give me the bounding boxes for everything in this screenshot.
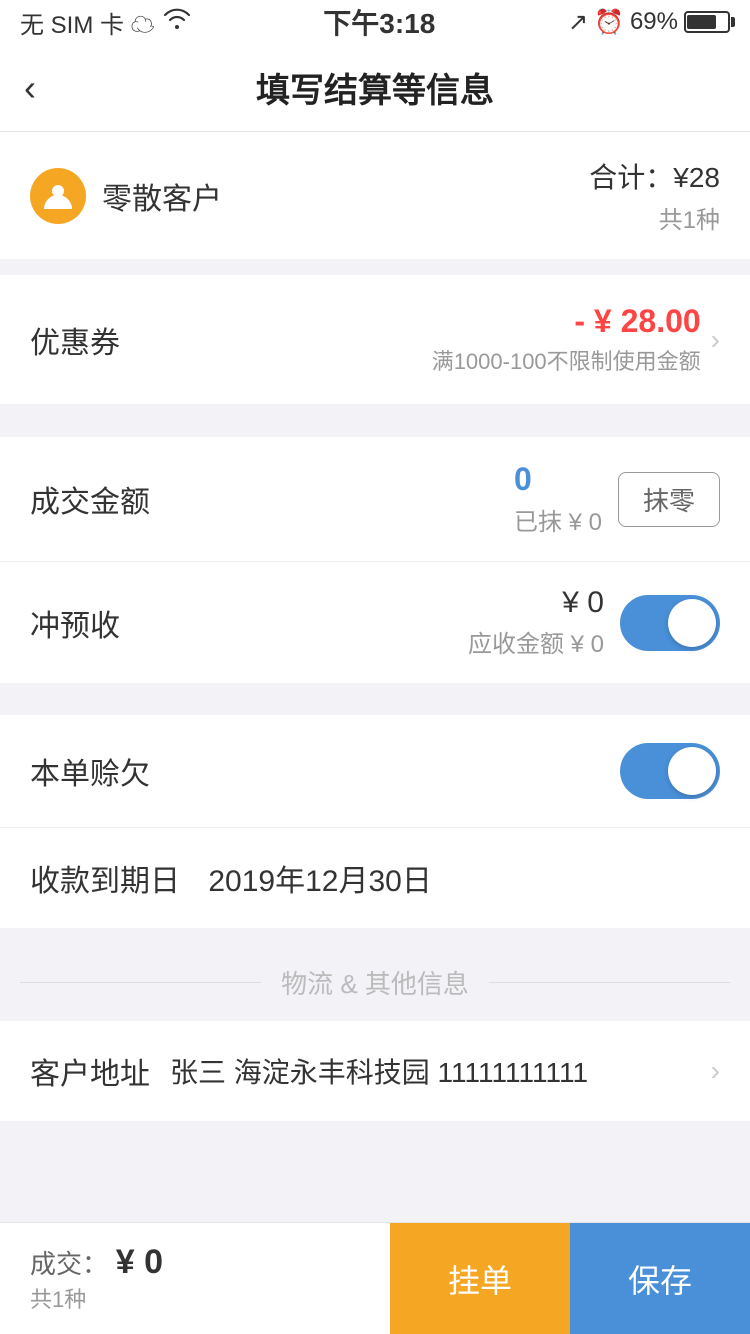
debt-row: 本单赊欠 <box>0 715 750 827</box>
debt-toggle[interactable] <box>620 743 720 799</box>
status-left: 无 SIM 卡 ☁ <box>20 5 191 40</box>
address-row[interactable]: 客户地址 张三 海淀永丰科技园 11111111111 › <box>0 1021 750 1121</box>
logistics-divider: 物流 & 其他信息 <box>0 944 750 1021</box>
prepay-row: 冲预收 ¥ 0 应收金额 ¥ 0 <box>0 561 750 683</box>
save-button[interactable]: 保存 <box>570 1223 750 1334</box>
battery-icon <box>684 11 730 33</box>
transaction-section: 成交金额 0 已抹 ¥ 0 抹零 冲预收 ¥ 0 应收金额 ¥ 0 <box>0 437 750 683</box>
customer-total: 合计：¥28 共1种 <box>589 156 720 235</box>
round-button[interactable]: 抹零 <box>618 472 720 527</box>
no-sim-text: 无 SIM 卡 ☁ <box>20 5 155 40</box>
status-time: 下午3:18 <box>323 2 435 42</box>
nav-bar: ‹ 填写结算等信息 <box>0 44 750 132</box>
coupon-amount: - ¥ 28.00 <box>432 303 701 340</box>
debt-section: 本单赊欠 收款到期日 2019年12月30日 <box>0 715 750 928</box>
customer-name: 零散客户 <box>102 174 222 218</box>
bottom-bar: 成交： ¥ 0 共1种 挂单 保存 <box>0 1222 750 1334</box>
due-date-value: 2019年12月30日 <box>208 865 431 898</box>
address-value: 张三 海淀永丰科技园 11111111111 <box>170 1051 701 1091</box>
prepay-sub: 应收金额 ¥ 0 <box>468 624 604 659</box>
debt-label: 本单赊欠 <box>30 749 150 793</box>
coupon-desc: 满1000-100不限制使用金额 <box>432 344 701 376</box>
prepay-right: ¥ 0 应收金额 ¥ 0 <box>468 586 720 659</box>
transaction-value: 0 <box>514 461 602 498</box>
hang-order-button[interactable]: 挂单 <box>390 1223 570 1334</box>
total-amount: 合计：¥28 <box>589 156 720 196</box>
transaction-label: 成交金额 <box>30 477 150 521</box>
wifi-icon <box>163 8 191 37</box>
logistics-line-right <box>489 982 730 983</box>
section-divider-1 <box>0 421 750 437</box>
prepay-label: 冲预收 <box>30 601 120 645</box>
logistics-label: 物流 & 其他信息 <box>281 964 469 1001</box>
customer-avatar <box>30 168 86 224</box>
due-date-row: 收款到期日 2019年12月30日 <box>0 827 750 928</box>
status-bar: 无 SIM 卡 ☁ 下午3:18 ↗ ⏰ 69% <box>0 0 750 44</box>
chevron-right-icon: › <box>711 324 720 356</box>
location-icon: ↗ <box>568 8 588 37</box>
total-count: 共1种 <box>589 200 720 235</box>
alarm-icon: ⏰ <box>594 8 624 37</box>
due-date-label: 收款到期日 <box>30 865 180 898</box>
address-label: 客户地址 <box>30 1049 150 1093</box>
back-button[interactable]: ‹ <box>24 67 36 109</box>
transaction-row: 成交金额 0 已抹 ¥ 0 抹零 <box>0 437 750 561</box>
coupon-row[interactable]: 优惠券 - ¥ 28.00 满1000-100不限制使用金额 › <box>0 275 750 405</box>
coupon-right: - ¥ 28.00 满1000-100不限制使用金额 › <box>432 303 720 376</box>
customer-info: 零散客户 <box>30 168 222 224</box>
prepay-toggle[interactable] <box>620 595 720 651</box>
bottom-info: 成交： ¥ 0 共1种 <box>0 1223 390 1334</box>
address-chevron-icon: › <box>711 1055 720 1087</box>
bottom-deal-label: 成交： <box>30 1249 108 1279</box>
bottom-amount: ¥ 0 <box>116 1243 163 1281</box>
bottom-deal-row: 成交： ¥ 0 <box>30 1243 360 1282</box>
logistics-line-left <box>20 982 261 983</box>
address-section: 客户地址 张三 海淀永丰科技园 11111111111 › <box>0 1021 750 1121</box>
section-divider-2 <box>0 699 750 715</box>
battery-percent: 69% <box>630 8 678 36</box>
transaction-sub: 已抹 ¥ 0 <box>514 502 602 537</box>
page-title: 填写结算等信息 <box>256 63 494 112</box>
content: 零散客户 合计：¥28 共1种 优惠券 - ¥ 28.00 满1000-100不… <box>0 132 750 1241</box>
prepay-amount: ¥ 0 <box>468 586 604 620</box>
transaction-right: 0 已抹 ¥ 0 抹零 <box>514 461 720 537</box>
coupon-label: 优惠券 <box>30 318 120 362</box>
customer-row: 零散客户 合计：¥28 共1种 <box>0 132 750 259</box>
status-right: ↗ ⏰ 69% <box>568 8 730 37</box>
bottom-count: 共1种 <box>30 1282 360 1314</box>
